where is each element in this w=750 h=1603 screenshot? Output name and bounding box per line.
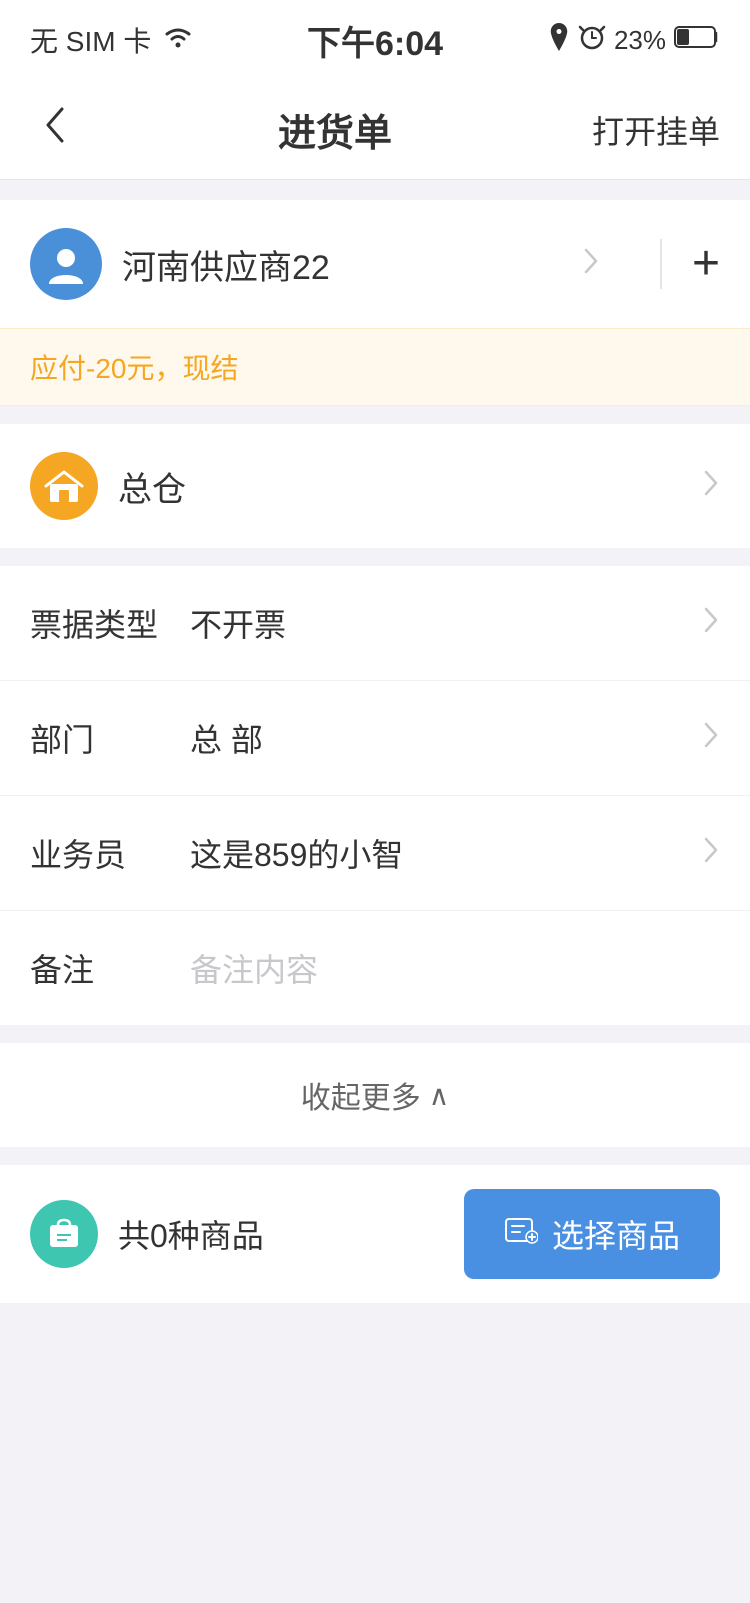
invoice-type-label: 票据类型 [30, 600, 170, 646]
collapse-label: 收起更多 [301, 1073, 421, 1117]
open-pending-button[interactable]: 打开挂单 [592, 107, 720, 153]
remark-label: 备注 [30, 945, 170, 991]
department-chevron-icon [702, 717, 720, 759]
remark-placeholder: 备注内容 [170, 945, 720, 991]
warehouse-name: 总仓 [118, 462, 702, 511]
bottom-bar: 共0种商品 选择商品 [0, 1165, 750, 1303]
add-supplier-button[interactable]: + [692, 240, 720, 288]
remark-row[interactable]: 备注 备注内容 [0, 911, 750, 1025]
section-gap-2 [0, 406, 750, 424]
invoice-type-chevron-icon [702, 602, 720, 644]
notice-text: 应付-20元，现结 [30, 353, 238, 384]
department-label: 部门 [30, 715, 170, 761]
salesperson-chevron-icon [702, 832, 720, 874]
salesperson-value: 这是859的小智 [170, 830, 702, 876]
status-time: 下午6:04 [307, 16, 443, 65]
form-section: 票据类型 不开票 部门 总 部 业务员 这是859的小智 备注 备注内容 [0, 566, 750, 1025]
status-bar: 无 SIM 卡 下午6:04 23% [0, 0, 750, 80]
department-row[interactable]: 部门 总 部 [0, 681, 750, 796]
warehouse-chevron-icon [702, 465, 720, 507]
battery-icon [674, 25, 720, 56]
select-product-button[interactable]: 选择商品 [464, 1189, 720, 1279]
supplier-avatar [30, 228, 102, 300]
carrier-label: 无 SIM 卡 [30, 20, 151, 60]
select-product-label: 选择商品 [552, 1211, 680, 1257]
invoice-type-row[interactable]: 票据类型 不开票 [0, 566, 750, 681]
status-left: 无 SIM 卡 [30, 20, 195, 60]
collapse-row[interactable]: 收起更多 ∧ [0, 1043, 750, 1147]
supplier-divider [660, 239, 662, 289]
select-product-icon [504, 1215, 538, 1253]
product-icon [30, 1200, 98, 1268]
supplier-row[interactable]: 河南供应商22 + [0, 200, 750, 328]
content-area [0, 1303, 750, 1603]
collapse-icon: ∧ [429, 1079, 450, 1112]
section-gap-1 [0, 180, 750, 200]
supplier-name: 河南供应商22 [122, 240, 582, 289]
back-button[interactable] [30, 93, 78, 167]
invoice-type-value: 不开票 [170, 600, 702, 646]
alarm-icon [578, 23, 606, 58]
notice-banner: 应付-20元，现结 [0, 328, 750, 406]
wifi-icon [161, 24, 195, 57]
status-right: 23% [548, 23, 720, 58]
nav-bar: 进货单 打开挂单 [0, 80, 750, 180]
product-count: 共0种商品 [118, 1211, 444, 1257]
salesperson-row[interactable]: 业务员 这是859的小智 [0, 796, 750, 911]
battery-label: 23% [614, 25, 666, 56]
page-title: 进货单 [278, 102, 392, 157]
salesperson-label: 业务员 [30, 830, 170, 876]
department-value: 总 部 [170, 715, 702, 761]
supplier-chevron-icon [582, 243, 600, 285]
warehouse-icon [30, 452, 98, 520]
location-icon [548, 23, 570, 58]
warehouse-row[interactable]: 总仓 [0, 424, 750, 548]
